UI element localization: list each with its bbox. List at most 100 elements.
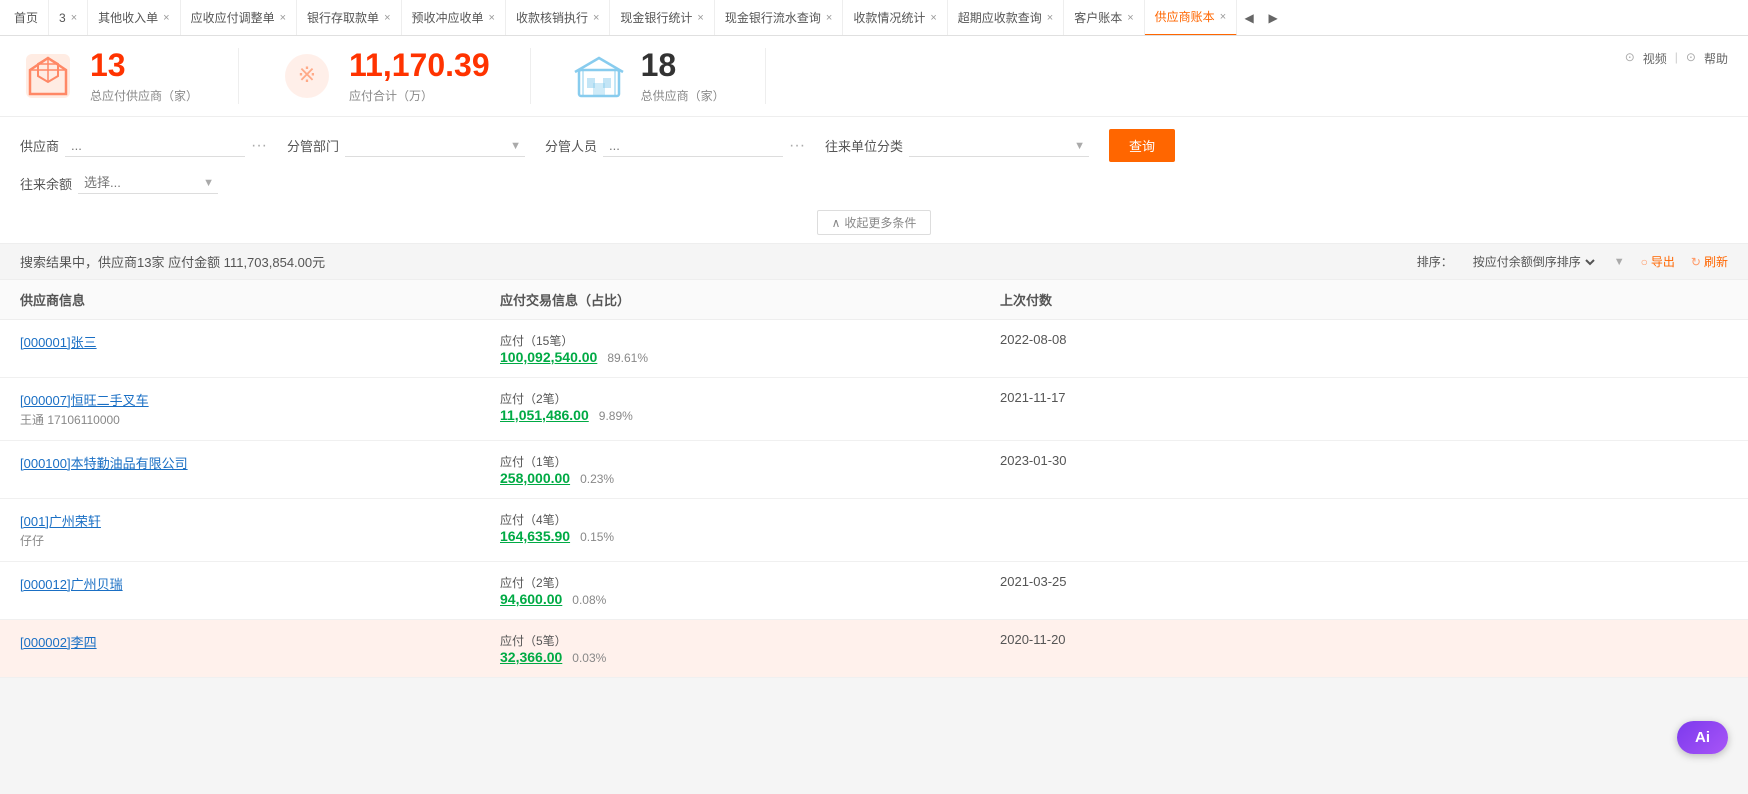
ap-label-6: 应付（5笔） (500, 632, 1000, 649)
ap-pct-6: 0.03% (572, 651, 606, 665)
nav-tab-bank-deposit[interactable]: 银行存取款单 × (297, 0, 401, 36)
collapse-button[interactable]: ∧ 收起更多条件 (817, 210, 932, 235)
supplier-link-2[interactable]: [000007]恒旺二手叉车 (20, 393, 149, 408)
table-row: [000100]本特勤油品有限公司 应付（1笔） 258,000.00 0.23… (0, 441, 1748, 499)
nav-tab-cash-bank-stat-label: 现金银行统计 (620, 9, 692, 26)
help-link[interactable]: 帮助 (1704, 50, 1728, 67)
nav-tab-supplier-ledger-close[interactable]: × (1220, 11, 1226, 23)
ap-row-2: 11,051,486.00 9.89% (500, 407, 1000, 423)
supplier-link-5[interactable]: [000012]广州贝瑞 (20, 577, 123, 592)
nav-tab-other-income-close[interactable]: × (163, 12, 169, 24)
supplier-col-2: [000007]恒旺二手叉车 王通 17106110000 (20, 390, 500, 428)
nav-tab-bank-deposit-close[interactable]: × (384, 12, 390, 24)
transaction-col-2: 应付（2笔） 11,051,486.00 9.89% (500, 390, 1000, 423)
filter-item-balance: 往来余额 ▼ (20, 172, 220, 194)
ap-amount-1[interactable]: 100,092,540.00 (500, 349, 597, 365)
ap-amount-4[interactable]: 164,635.90 (500, 528, 570, 544)
nav-tab-overdue-ar-label: 超期应收款查询 (958, 9, 1042, 26)
lastpay-col-5: 2021-03-25 (1000, 574, 1728, 589)
nav-tab-payment-stat[interactable]: 收款情况统计 × (843, 0, 947, 36)
query-button[interactable]: 查询 (1109, 129, 1175, 162)
refresh-button[interactable]: ↻ 刷新 (1691, 253, 1728, 270)
summary-bar: 13 总应付供应商（家） ※ 11,170.39 应付合计（万） (0, 36, 1748, 117)
dept-filter-wrap: ▼ (345, 135, 525, 157)
last-pay-2: 2021-11-17 (1000, 390, 1066, 405)
nav-tab-payment-verify[interactable]: 收款核销执行 × (506, 0, 610, 36)
results-bar: 搜索结果中，供应商13家 应付金额 111,703,854.00元 排序： 按应… (0, 244, 1748, 280)
nav-tab-prepay-ar[interactable]: 预收冲应收单 × (402, 0, 506, 36)
nav-tab-payment-verify-close[interactable]: × (593, 12, 599, 24)
nav-tab-supplier-ledger[interactable]: 供应商账本 × (1145, 0, 1237, 36)
nav-tab-payment-stat-close[interactable]: × (930, 12, 936, 24)
ai-button[interactable]: Ai (1677, 721, 1728, 754)
export-label: 导出 (1651, 253, 1675, 270)
nav-tab-prepay-ar-label: 预收冲应收单 (412, 9, 484, 26)
supplier-filter-label: 供应商 (20, 136, 59, 155)
table-row: [000002]李四 应付（5笔） 32,366.00 0.03% 2020-1… (0, 620, 1748, 678)
sort-chevron-icon: ▼ (1614, 256, 1625, 268)
nav-tab-ar-ap-adjust-label: 应收应付调整单 (191, 9, 275, 26)
header-transaction: 应付交易信息（占比） (500, 290, 1000, 309)
ap-amount-6[interactable]: 32,366.00 (500, 649, 562, 665)
nav-tab-prepay-ar-close[interactable]: × (489, 12, 495, 24)
total-suppliers-text: 18 总供应商（家） (641, 48, 725, 103)
nav-tab-customer-ledger-close[interactable]: × (1127, 12, 1133, 24)
supplier-filter-input[interactable] (65, 135, 245, 157)
filter-item-supplier: 供应商 ··· (20, 135, 267, 157)
nav-tab-cash-bank-flow-close[interactable]: × (826, 12, 832, 24)
person-filter-input[interactable] (603, 135, 783, 157)
nav-tab-customer-ledger[interactable]: 客户账本 × (1064, 0, 1144, 36)
ap-amount-5[interactable]: 94,600.00 (500, 591, 562, 607)
lastpay-col-1: 2022-08-08 (1000, 332, 1728, 347)
transaction-col-5: 应付（2笔） 94,600.00 0.08% (500, 574, 1000, 607)
ap-amount-label: 应付合计（万） (349, 87, 490, 104)
nav-tab-cash-bank-stat-close[interactable]: × (697, 12, 703, 24)
last-pay-1: 2022-08-08 (1000, 332, 1067, 347)
results-actions: 排序： 按应付余额倒序排序 按应付余额升序排序 ▼ ○ 导出 ↻ 刷新 (1417, 253, 1728, 270)
supplier-filter-dots[interactable]: ··· (251, 137, 267, 155)
category-filter-input[interactable] (909, 135, 1089, 157)
help-icon: ⊙ (1686, 50, 1696, 67)
ap-amount-3[interactable]: 258,000.00 (500, 470, 570, 486)
ap-amount-2[interactable]: 11,051,486.00 (500, 407, 589, 423)
ap-row-6: 32,366.00 0.03% (500, 649, 1000, 665)
nav-tab-ar-ap-adjust-close[interactable]: × (280, 12, 286, 24)
supplier-link-6[interactable]: [000002]李四 (20, 635, 97, 650)
refresh-label: 刷新 (1704, 253, 1728, 270)
ap-amount-value: 11,170.39 (349, 48, 490, 83)
nav-tab-overdue-ar[interactable]: 超期应收款查询 × (948, 0, 1064, 36)
nav-tab-cash-bank-stat[interactable]: 现金银行统计 × (610, 0, 714, 36)
supplier-col-1: [000001]张三 (20, 332, 500, 351)
ap-row-1: 100,092,540.00 89.61% (500, 349, 1000, 365)
video-icon: ⊙ (1625, 50, 1635, 67)
lastpay-col-6: 2020-11-20 (1000, 632, 1728, 647)
person-filter-dots[interactable]: ··· (789, 137, 805, 155)
supplier-link-1[interactable]: [000001]张三 (20, 335, 97, 350)
nav-tab-ar-ap-adjust[interactable]: 应收应付调整单 × (181, 0, 297, 36)
nav-tab-home[interactable]: 首页 (4, 0, 49, 36)
nav-tab-other-income[interactable]: 其他收入单 × (88, 0, 180, 36)
header-lastpay: 上次付数 (1000, 290, 1728, 309)
last-pay-6: 2020-11-20 (1000, 632, 1066, 647)
sort-select[interactable]: 按应付余额倒序排序 按应付余额升序排序 (1469, 254, 1598, 270)
supplier-link-4[interactable]: [001]广州荣轩 (20, 514, 101, 529)
nav-tab-3[interactable]: 3 × (49, 0, 88, 36)
collapse-label: 收起更多条件 (844, 214, 916, 231)
ap-pct-1: 89.61% (607, 351, 648, 365)
nav-tab-3-close[interactable]: × (71, 12, 77, 24)
ap-row-3: 258,000.00 0.23% (500, 470, 1000, 486)
export-button[interactable]: ○ 导出 (1641, 253, 1675, 270)
balance-filter-input[interactable] (78, 172, 218, 194)
nav-tab-overdue-ar-close[interactable]: × (1047, 12, 1053, 24)
ap-label-3: 应付（1笔） (500, 453, 1000, 470)
dept-filter-input[interactable] (345, 135, 525, 157)
nav-tab-cash-bank-flow[interactable]: 现金银行流水查询 × (715, 0, 843, 36)
nav-right-arrow[interactable]: ▶ (1261, 0, 1285, 36)
results-summary-text: 搜索结果中，供应商13家 应付金额 111,703,854.00元 (20, 252, 325, 271)
nav-left-arrow[interactable]: ◀ (1237, 0, 1261, 36)
supplier-link-3[interactable]: [000100]本特勤油品有限公司 (20, 456, 188, 471)
ap-label-5: 应付（2笔） (500, 574, 1000, 591)
video-link[interactable]: 视频 (1643, 50, 1667, 67)
table-row: [001]广州荣轩 仔仔 应付（4笔） 164,635.90 0.15% (0, 499, 1748, 562)
total-suppliers-value: 18 (641, 48, 725, 83)
